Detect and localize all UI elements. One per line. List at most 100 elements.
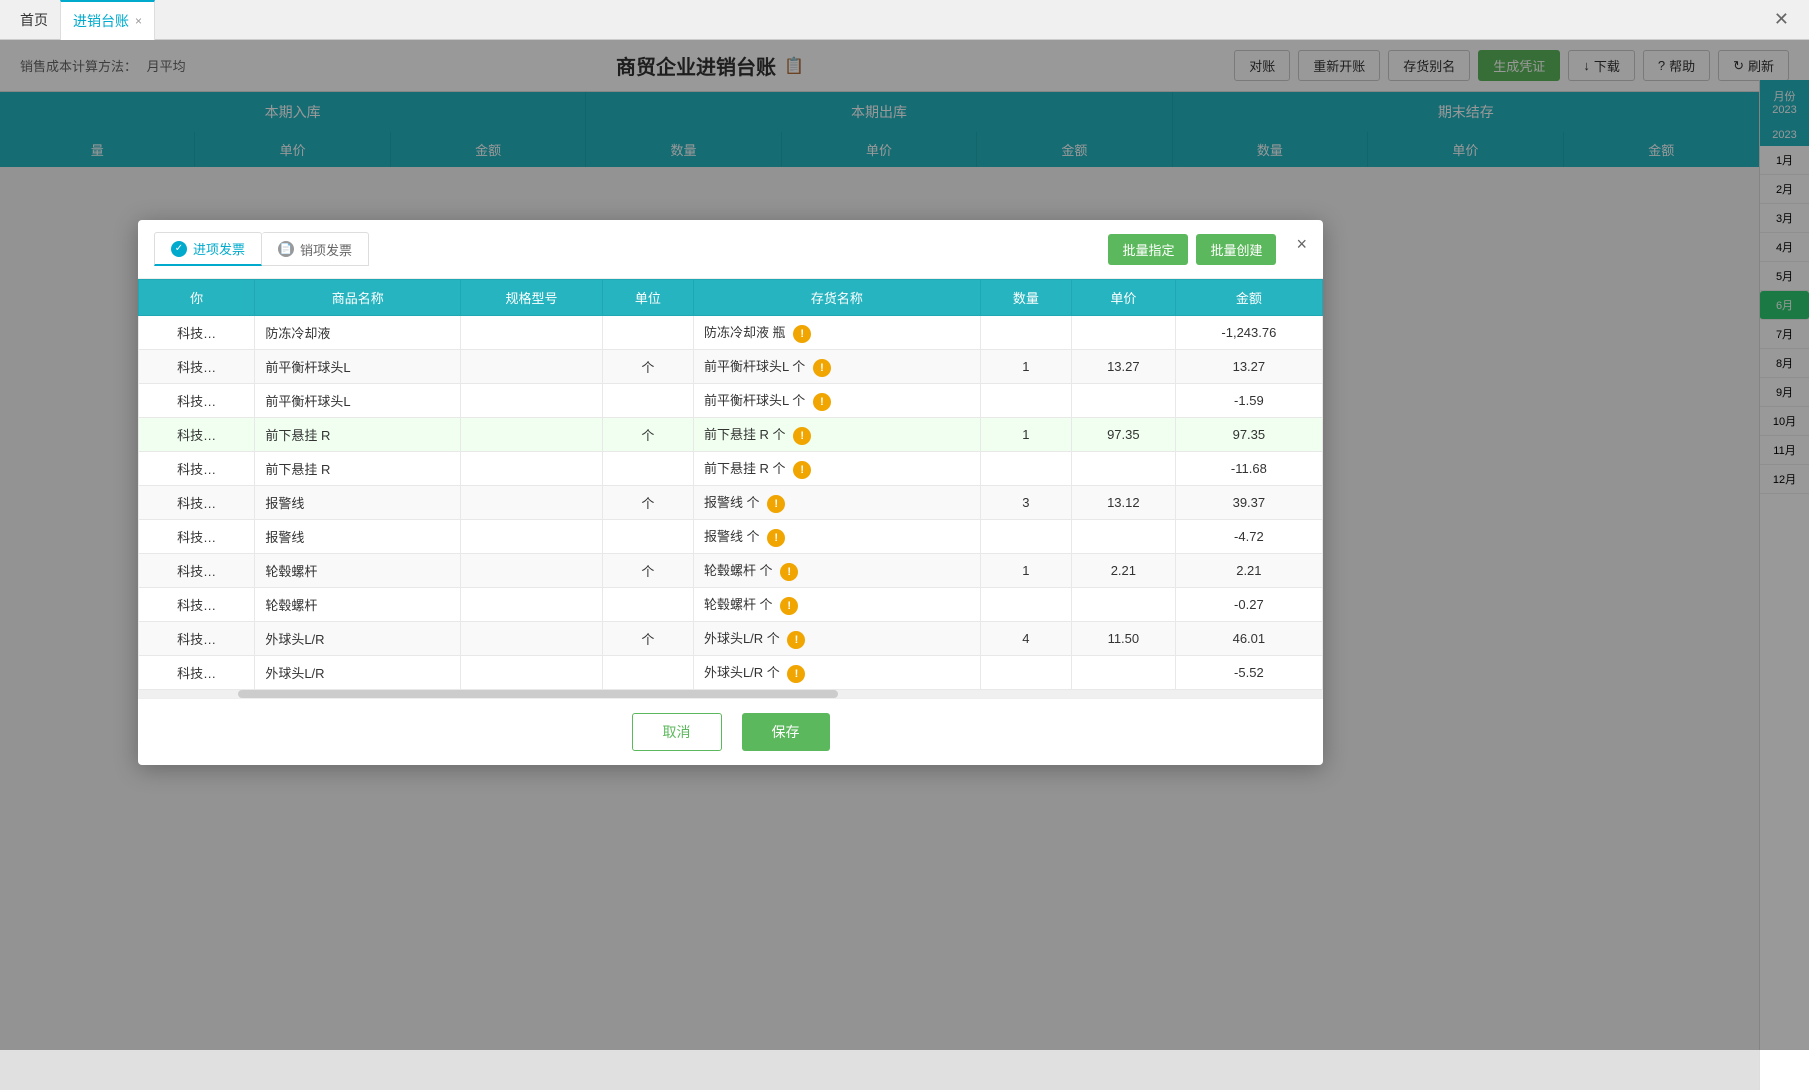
outbound-tab-label: 销项发票: [300, 240, 352, 259]
cell-product: 外球头L/R: [255, 656, 461, 690]
cell-spec: [461, 418, 603, 452]
cell-spec: [461, 622, 603, 656]
cancel-button[interactable]: 取消: [632, 713, 722, 751]
warning-icon: !: [793, 325, 811, 343]
cell-stock-name: 报警线 个 !: [693, 486, 980, 520]
inbound-tab-label: 进项发票: [193, 239, 245, 258]
cell-qty: 4: [980, 622, 1071, 656]
cell-product: 外球头L/R: [255, 622, 461, 656]
cell-unit: [602, 520, 693, 554]
cell-price: [1071, 520, 1175, 554]
cell-company: 科技…: [139, 384, 255, 418]
cell-price: 13.27: [1071, 350, 1175, 384]
cell-amount: 2.21: [1175, 554, 1322, 588]
cell-price: 97.35: [1071, 418, 1175, 452]
cell-unit: 个: [602, 554, 693, 588]
tab-home[interactable]: 首页: [8, 0, 60, 40]
outbound-tab-icon: 📄: [278, 241, 294, 257]
cell-price: 13.12: [1071, 486, 1175, 520]
table-row[interactable]: 科技… 外球头L/R 个 外球头L/R 个 ! 4 11.50 46.01: [139, 622, 1323, 656]
invoice-dialog: ✓ 进项发票 📄 销项发票 批量指定 批量创建 × 你 商品: [138, 220, 1323, 765]
table-row[interactable]: 科技… 报警线 个 报警线 个 ! 3 13.12 39.37: [139, 486, 1323, 520]
cell-price: [1071, 656, 1175, 690]
warning-icon: !: [780, 563, 798, 581]
th-company: 你: [139, 280, 255, 316]
cell-qty: [980, 588, 1071, 622]
cell-company: 科技…: [139, 316, 255, 350]
dialog-close-button[interactable]: ×: [1296, 234, 1307, 265]
cell-spec: [461, 316, 603, 350]
cell-stock-name: 前下悬挂 R 个 !: [693, 452, 980, 486]
cell-amount: 46.01: [1175, 622, 1322, 656]
cell-company: 科技…: [139, 486, 255, 520]
cell-unit: 个: [602, 622, 693, 656]
table-row[interactable]: 科技… 前下悬挂 R 前下悬挂 R 个 ! -11.68: [139, 452, 1323, 486]
cell-unit: [602, 588, 693, 622]
cell-spec: [461, 350, 603, 384]
cell-price: [1071, 588, 1175, 622]
cell-spec: [461, 452, 603, 486]
cell-company: 科技…: [139, 452, 255, 486]
cell-amount: -0.27: [1175, 588, 1322, 622]
cell-qty: [980, 520, 1071, 554]
tab-outbound-invoice[interactable]: 📄 销项发票: [262, 232, 369, 266]
cell-amount: -4.72: [1175, 520, 1322, 554]
cell-qty: 3: [980, 486, 1071, 520]
th-spec: 规格型号: [461, 280, 603, 316]
cell-spec: [461, 554, 603, 588]
cell-price: [1071, 452, 1175, 486]
table-row[interactable]: 科技… 轮毂螺杆 个 轮毂螺杆 个 ! 1 2.21 2.21: [139, 554, 1323, 588]
cell-spec: [461, 486, 603, 520]
app-close-button[interactable]: ✕: [1762, 9, 1801, 30]
batch-designate-button[interactable]: 批量指定: [1108, 234, 1188, 265]
dialog-scroll-area[interactable]: 你 商品名称 规格型号 单位 存货名称 数量 单价 金额 科技… 防冻冷却液 防…: [138, 279, 1323, 690]
table-row[interactable]: 科技… 轮毂螺杆 轮毂螺杆 个 ! -0.27: [139, 588, 1323, 622]
cell-stock-name: 外球头L/R 个 !: [693, 656, 980, 690]
cell-product: 前平衡杆球头L: [255, 350, 461, 384]
horizontal-scrollbar[interactable]: [138, 690, 1323, 698]
cell-spec: [461, 384, 603, 418]
cell-qty: 1: [980, 418, 1071, 452]
warning-icon: !: [767, 529, 785, 547]
table-row[interactable]: 科技… 外球头L/R 外球头L/R 个 ! -5.52: [139, 656, 1323, 690]
cell-product: 前下悬挂 R: [255, 452, 461, 486]
cell-amount: -1.59: [1175, 384, 1322, 418]
tab-inbound-invoice[interactable]: ✓ 进项发票: [154, 232, 262, 266]
cell-spec: [461, 656, 603, 690]
cell-qty: [980, 384, 1071, 418]
table-row[interactable]: 科技… 防冻冷却液 防冻冷却液 瓶 ! -1,243.76: [139, 316, 1323, 350]
cell-stock-name: 外球头L/R 个 !: [693, 622, 980, 656]
cell-unit: [602, 452, 693, 486]
cell-product: 轮毂螺杆: [255, 588, 461, 622]
cell-qty: 1: [980, 350, 1071, 384]
scrollbar-thumb[interactable]: [238, 690, 838, 698]
table-row[interactable]: 科技… 前平衡杆球头L 个 前平衡杆球头L 个 ! 1 13.27 13.27: [139, 350, 1323, 384]
cell-company: 科技…: [139, 418, 255, 452]
active-tab-label: 进销台账: [73, 11, 129, 31]
cell-stock-name: 轮毂螺杆 个 !: [693, 554, 980, 588]
cell-unit: 个: [602, 350, 693, 384]
dialog-footer: 取消 保存: [138, 698, 1323, 765]
table-row[interactable]: 科技… 前平衡杆球头L 前平衡杆球头L 个 ! -1.59: [139, 384, 1323, 418]
cell-price: 11.50: [1071, 622, 1175, 656]
cell-amount: 97.35: [1175, 418, 1322, 452]
cell-unit: [602, 316, 693, 350]
warning-icon: !: [813, 393, 831, 411]
cell-unit: [602, 384, 693, 418]
cell-product: 报警线: [255, 520, 461, 554]
table-row[interactable]: 科技… 前下悬挂 R 个 前下悬挂 R 个 ! 1 97.35 97.35: [139, 418, 1323, 452]
inbound-tab-icon: ✓: [171, 241, 187, 257]
tab-active[interactable]: 进销台账 ×: [60, 0, 155, 40]
batch-create-button[interactable]: 批量创建: [1196, 234, 1276, 265]
table-header-row: 你 商品名称 规格型号 单位 存货名称 数量 单价 金额: [139, 280, 1323, 316]
cell-amount: 39.37: [1175, 486, 1322, 520]
cell-stock-name: 轮毂螺杆 个 !: [693, 588, 980, 622]
top-bar: 首页 进销台账 × ✕: [0, 0, 1809, 40]
table-row[interactable]: 科技… 报警线 报警线 个 ! -4.72: [139, 520, 1323, 554]
cell-stock-name: 前平衡杆球头L 个 !: [693, 350, 980, 384]
th-qty: 数量: [980, 280, 1071, 316]
tab-close-icon[interactable]: ×: [135, 14, 142, 28]
cell-stock-name: 前平衡杆球头L 个 !: [693, 384, 980, 418]
save-button[interactable]: 保存: [742, 713, 830, 751]
dialog-header: ✓ 进项发票 📄 销项发票 批量指定 批量创建 ×: [138, 220, 1323, 279]
